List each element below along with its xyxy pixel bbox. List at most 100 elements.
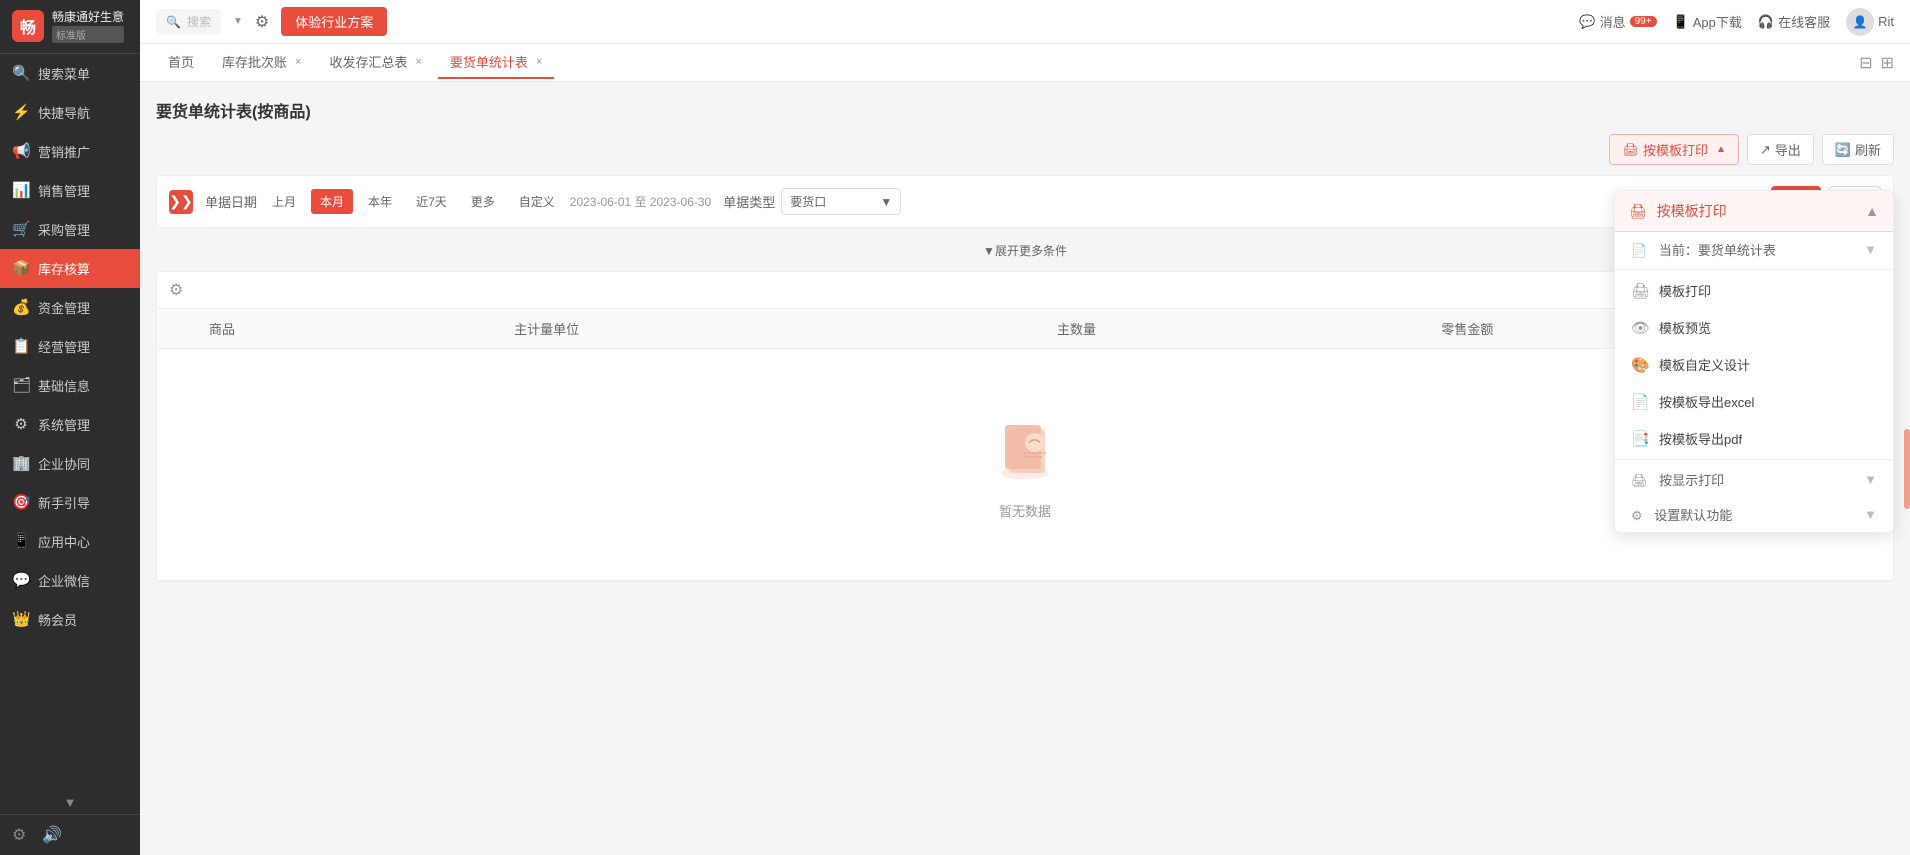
date-btn-7days[interactable]: 近7天 <box>407 189 456 214</box>
tab-close-order-stats[interactable]: × <box>536 56 542 68</box>
logo-tag: 标准版 <box>52 26 124 43</box>
tab-receivables[interactable]: 收发存汇总表 × <box>317 46 433 79</box>
template-design-label: 模板自定义设计 <box>1659 355 1750 374</box>
tab-minimize-button[interactable]: ⊟ <box>1859 53 1872 73</box>
finance-icon: 💰 <box>12 298 30 316</box>
logo-icon: 畅 <box>12 10 44 42</box>
message-icon: 💬 <box>1579 14 1595 30</box>
topbar-gear-icon[interactable]: ⚙ <box>255 12 269 32</box>
print-header-icon: 🖨 <box>1629 203 1647 219</box>
template-print-icon: 🖨 <box>1631 282 1649 300</box>
sidebar-item-marketing[interactable]: 📢 营销推广 <box>0 132 140 171</box>
divider-1 <box>1615 269 1893 270</box>
sidebar-item-sales[interactable]: 📊 销售管理 <box>0 171 140 210</box>
tab-home[interactable]: 首页 <box>156 46 206 79</box>
current-template-item[interactable]: 📄 当前：要货单统计表 ▼ <box>1615 232 1893 267</box>
messages-item[interactable]: 💬 消息 99+ <box>1579 12 1656 31</box>
sidebar-item-vip[interactable]: 👑 畅会员 <box>0 600 140 639</box>
date-btn-current-year[interactable]: 本年 <box>359 189 401 214</box>
sidebar-item-basic[interactable]: 🗂 基础信息 <box>0 366 140 405</box>
date-btn-custom[interactable]: 自定义 <box>510 189 564 214</box>
sidebar-item-label: 企业微信 <box>38 571 90 590</box>
sidebar-item-wechat[interactable]: 💬 企业微信 <box>0 561 140 600</box>
sidebar-item-label: 采购管理 <box>38 220 90 239</box>
sidebar-item-purchase[interactable]: 🛒 采购管理 <box>0 210 140 249</box>
apps-icon: 📱 <box>12 532 30 550</box>
user-avatar[interactable]: 👤 Rit <box>1846 8 1894 36</box>
sidebar-item-finance[interactable]: 💰 资金管理 <box>0 288 140 327</box>
topbar-search-box[interactable]: 🔍 搜索 <box>156 9 221 34</box>
template-preview-icon: 👁 <box>1631 319 1649 337</box>
divider-2 <box>1615 459 1893 460</box>
template-design-item[interactable]: 🎨 模板自定义设计 <box>1615 346 1893 383</box>
filter-expand-arrow[interactable]: ❯❯ <box>169 190 193 214</box>
tab-inventory-batch[interactable]: 库存批次账 × <box>210 46 313 79</box>
sales-icon: 📊 <box>12 181 30 199</box>
app-icon: 📱 <box>1673 14 1689 30</box>
action-bar: 🖨 按模板打印 ▲ ↗ 导出 🔄 刷新 <box>156 134 1894 165</box>
refresh-label: 刷新 <box>1855 140 1881 159</box>
sidebar-item-search[interactable]: 🔍 搜索菜单 <box>0 54 140 93</box>
app-download-item[interactable]: 📱 App下载 <box>1673 12 1742 31</box>
print-arrow: ▲ <box>1716 144 1726 155</box>
table-settings-icon[interactable]: ⚙ <box>169 280 183 300</box>
current-template-group: 📄 当前：要货单统计表 <box>1631 240 1776 259</box>
sidebar-item-shortcuts[interactable]: ⚡ 快捷导航 <box>0 93 140 132</box>
current-arrow: ▼ <box>1864 242 1877 257</box>
sidebar-item-operations[interactable]: 📋 经营管理 <box>0 327 140 366</box>
online-service-item[interactable]: 🎧 在线客服 <box>1758 12 1830 31</box>
sidebar-item-label: 快捷导航 <box>38 103 90 122</box>
sidebar-item-enterprise[interactable]: 🏢 企业协同 <box>0 444 140 483</box>
topbar: 🔍 搜索 ▼ ⚙ 体验行业方案 💬 消息 99+ 📱 App下载 🎧 在线客服 … <box>140 0 1910 44</box>
operations-icon: 📋 <box>12 337 30 355</box>
online-service-label: 在线客服 <box>1778 12 1830 31</box>
print-label: 按模板打印 <box>1643 140 1708 159</box>
sidebar-item-label: 企业协同 <box>38 454 90 473</box>
export-button[interactable]: ↗ 导出 <box>1747 134 1814 165</box>
date-btn-current-month[interactable]: 本月 <box>311 189 353 214</box>
enterprise-icon: 🏢 <box>12 454 30 472</box>
inventory-icon: 📦 <box>12 259 30 277</box>
date-btn-more[interactable]: 更多 <box>462 189 504 214</box>
date-range-display: 2023-06-01 至 2023-06-30 <box>570 193 711 210</box>
display-print-arrow: ▼ <box>1864 472 1877 487</box>
sidebar-item-system[interactable]: ⚙ 系统管理 <box>0 405 140 444</box>
export-excel-item[interactable]: 📄 按模板导出excel <box>1615 383 1893 420</box>
settings-icon[interactable]: ⚙ <box>12 825 26 845</box>
print-template-button[interactable]: 🖨 按模板打印 ▲ <box>1609 134 1738 165</box>
refresh-button[interactable]: 🔄 刷新 <box>1822 134 1894 165</box>
right-scrollbar[interactable] <box>1904 429 1910 509</box>
trial-button[interactable]: 体验行业方案 <box>281 7 387 36</box>
set-default-label: 设置默认功能 <box>1654 508 1732 523</box>
sidebar-scroll-down[interactable]: ▼ <box>0 791 140 814</box>
date-btn-prev-month[interactable]: 上月 <box>263 189 305 214</box>
order-type-select[interactable]: 要货口 ▼ <box>781 188 901 215</box>
date-label: 单据日期 <box>205 192 257 211</box>
display-print-item[interactable]: 🖨 按显示打印 ▼ <box>1615 462 1893 497</box>
dropdown-header-content: 🖨 按模板打印 <box>1629 201 1727 221</box>
export-pdf-item[interactable]: 📑 按模板导出pdf <box>1615 420 1893 457</box>
content-area: 要货单统计表(按商品) 🖨 按模板打印 ▲ ↗ 导出 🔄 刷新 ❯❯ 单据日期 … <box>140 82 1910 855</box>
template-print-item[interactable]: 🖨 模板打印 <box>1615 272 1893 309</box>
purchase-icon: 🛒 <box>12 220 30 238</box>
dropdown-close-button[interactable]: ▲ <box>1865 203 1879 219</box>
template-preview-item[interactable]: 👁 模板预览 <box>1615 309 1893 346</box>
sidebar-item-guide[interactable]: 🎯 新手引导 <box>0 483 140 522</box>
tab-home-label: 首页 <box>168 52 194 71</box>
expand-more-icon: ▼ <box>983 244 995 258</box>
tab-inventory-batch-label: 库存批次账 <box>222 52 287 71</box>
tab-expand-button[interactable]: ⊞ <box>1881 53 1894 73</box>
guide-icon: 🎯 <box>12 493 30 511</box>
search-dropdown-arrow[interactable]: ▼ <box>233 16 243 27</box>
sidebar-item-apps[interactable]: 📱 应用中心 <box>0 522 140 561</box>
set-default-item[interactable]: ⚙ 设置默认功能 ▼ <box>1615 497 1893 532</box>
tab-order-stats[interactable]: 要货单统计表 × <box>438 46 554 79</box>
tab-close-receivables[interactable]: × <box>415 56 421 68</box>
system-icon: ⚙ <box>12 415 30 433</box>
sound-icon[interactable]: 🔊 <box>42 825 62 845</box>
set-default-arrow: ▼ <box>1864 507 1877 522</box>
sidebar-item-label: 销售管理 <box>38 181 90 200</box>
tab-close-inventory-batch[interactable]: × <box>295 56 301 68</box>
sidebar-item-inventory[interactable]: 📦 库存核算 <box>0 249 140 288</box>
current-label: 当前：要货单统计表 <box>1659 243 1776 258</box>
